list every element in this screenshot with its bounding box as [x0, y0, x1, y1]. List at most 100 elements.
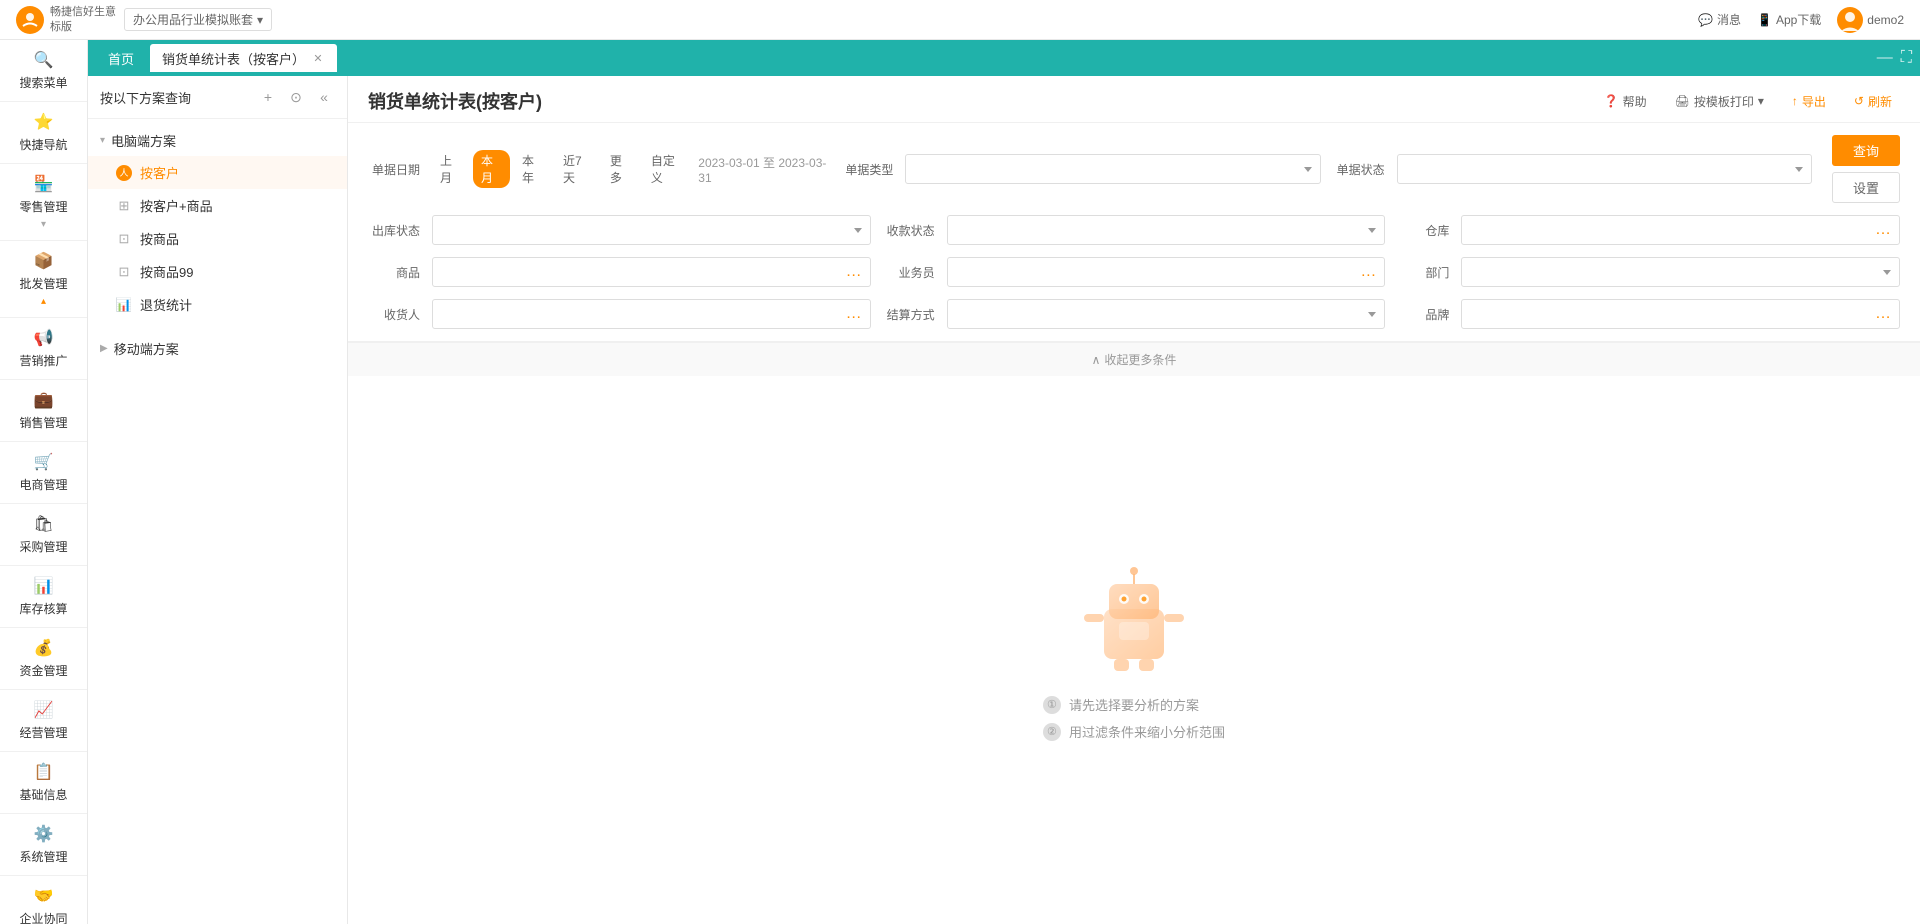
goods-input[interactable]: …: [432, 257, 871, 287]
warehouse-label: 仓库: [1397, 222, 1449, 239]
date-tab-custom[interactable]: 自定义: [643, 150, 690, 188]
maximize-btn[interactable]: ⛶: [1901, 49, 1912, 67]
sidebar-item-sales[interactable]: 💼 销售管理: [0, 380, 87, 442]
sidebar-item-wholesale[interactable]: 📦 批发管理 ▴: [0, 241, 87, 318]
department-select[interactable]: [1461, 257, 1900, 287]
tab-home[interactable]: 首页: [96, 44, 146, 72]
page-title: 销货单统计表(按客户): [368, 88, 542, 114]
collapse-up-icon: ∧: [1092, 353, 1101, 367]
salesperson-input[interactable]: …: [947, 257, 1386, 287]
sidebar-item-purchase[interactable]: 🛍 采购管理: [0, 504, 87, 566]
left-panel: 按以下方案查询 + ⊙ « ▾ 电脑端方案: [88, 76, 348, 924]
sidebar-item-search[interactable]: 🔍 搜索菜单: [0, 40, 87, 102]
right-panel: 销货单统计表(按客户) ❓ 帮助 🖨 按模板打印 ▾ ↑: [348, 76, 1920, 924]
logo-icon: [16, 6, 44, 34]
collapse-bar[interactable]: ∧ 收起更多条件: [348, 342, 1920, 376]
settings-scheme-btn[interactable]: ⊙: [285, 86, 307, 108]
scheme-item-return-stat[interactable]: 📊 退货统计: [88, 288, 347, 321]
purchase-icon: 🛍: [33, 514, 53, 534]
empty-illustration: [1074, 559, 1194, 679]
scheme-item-by-customer[interactable]: 人 按客户: [88, 156, 347, 189]
sidebar-item-enterprise[interactable]: 🤝 企业协同: [0, 876, 87, 924]
pc-scheme-group-title[interactable]: ▾ 电脑端方案: [88, 125, 347, 156]
date-tab-this-month[interactable]: 本月: [473, 150, 510, 188]
date-filter-control: 上月 本月 本年 近7天 更多 自定义 2023-03-01 至 2023-03…: [432, 150, 829, 188]
operation-icon: 📈: [34, 700, 54, 720]
home-tab-label: 首页: [108, 49, 134, 68]
mobile-expand-icon: ▶: [100, 343, 108, 354]
empty-tip-2: ② 用过滤条件来缩小分析范围: [1043, 722, 1225, 741]
filter-row-1: 单据日期 上月 本月 本年 近7天 更多 自定义 2023-03-01 至 20…: [368, 135, 1900, 203]
out-status-select[interactable]: [432, 215, 871, 245]
header-title[interactable]: 办公用品行业模拟账套 ▾: [124, 8, 272, 31]
refresh-btn[interactable]: ↺ 刷新: [1846, 89, 1900, 114]
brand-input[interactable]: …: [1461, 299, 1900, 329]
add-scheme-btn[interactable]: +: [257, 86, 279, 108]
sidebar-item-purchase-label: 采购管理: [19, 538, 67, 555]
sidebar-item-inventory[interactable]: 📊 库存核算: [0, 566, 87, 628]
payment-status-select[interactable]: [947, 215, 1386, 245]
doc-type-select[interactable]: [905, 154, 1320, 184]
logo-text: 畅捷信好生意 标版: [50, 5, 116, 34]
minimize-btn[interactable]: —: [1877, 49, 1893, 67]
date-tab-this-year[interactable]: 本年: [514, 150, 551, 188]
sidebar-item-ecommerce-label: 电商管理: [19, 476, 67, 493]
sidebar-item-sales-label: 销售管理: [19, 414, 67, 431]
print-dropdown-icon: ▾: [1758, 94, 1764, 108]
sidebar-item-basic-label: 基础信息: [19, 786, 67, 803]
export-btn[interactable]: ↑ 导出: [1784, 89, 1834, 114]
search-icon: 🔍: [34, 50, 54, 70]
scheme-item-by-customer-goods[interactable]: ⊞ 按客户+商品: [88, 189, 347, 222]
mobile-scheme-group-title[interactable]: ▶ 移动端方案: [88, 333, 347, 364]
sidebar-item-operation[interactable]: 📈 经营管理: [0, 690, 87, 752]
scheme-item-by-goods-99[interactable]: ⊡ 按商品99: [88, 255, 347, 288]
by-goods-99-icon: ⊡: [116, 264, 132, 280]
tab-bar: 首页 销货单统计表（按客户） ✕ — ⛶: [88, 40, 1920, 76]
collapse-panel-btn[interactable]: «: [313, 86, 335, 108]
mobile-scheme-label: 移动端方案: [114, 339, 179, 358]
doc-status-select[interactable]: [1397, 154, 1812, 184]
export-icon: ↑: [1792, 94, 1798, 108]
print-btn[interactable]: 🖨 按模板打印 ▾: [1667, 89, 1772, 114]
help-icon: ❓: [1604, 94, 1619, 108]
receiver-dots: …: [846, 305, 862, 323]
sidebar-item-system-label: 系统管理: [19, 848, 67, 865]
settlement-select[interactable]: [947, 299, 1386, 329]
date-tab-last-month[interactable]: 上月: [432, 150, 469, 188]
message-btn[interactable]: 💬 消息: [1698, 11, 1741, 28]
app-download-btn[interactable]: 📱 App下载: [1757, 11, 1821, 28]
page-content: 按以下方案查询 + ⊙ « ▾ 电脑端方案: [88, 76, 1920, 924]
filter-area: 单据日期 上月 本月 本年 近7天 更多 自定义 2023-03-01 至 20…: [348, 123, 1920, 342]
action-btns: 查询 设置: [1832, 135, 1900, 203]
query-btn[interactable]: 查询: [1832, 135, 1900, 166]
payment-status-label: 收款状态: [883, 222, 935, 239]
sidebar-item-system[interactable]: ⚙️ 系统管理: [0, 814, 87, 876]
settings-btn[interactable]: 设置: [1832, 172, 1900, 203]
sidebar-item-shortcuts[interactable]: ⭐ 快捷导航: [0, 102, 87, 164]
header-right: 💬 消息 📱 App下载 demo2: [1698, 7, 1904, 33]
goods-dots: …: [846, 263, 862, 281]
filter-row-4: 收货人 … 结算方式 品牌 …: [368, 299, 1900, 329]
basic-icon: 📋: [34, 762, 54, 782]
tab-sales-stat[interactable]: 销货单统计表（按客户） ✕: [150, 44, 337, 72]
help-btn[interactable]: ❓ 帮助: [1596, 89, 1655, 114]
sidebar-item-retail[interactable]: 🏪 零售管理 ▾: [0, 164, 87, 241]
user-menu[interactable]: demo2: [1837, 7, 1904, 33]
pc-scheme-group: ▾ 电脑端方案 人 按客户 ⊞ 按客户+商品 ⊡: [88, 119, 347, 327]
date-tab-more[interactable]: 更多: [602, 150, 639, 188]
scheme-item-by-goods[interactable]: ⊡ 按商品: [88, 222, 347, 255]
sidebar-item-finance-label: 资金管理: [19, 662, 67, 679]
logo-area: 畅捷信好生意 标版: [16, 5, 116, 34]
sidebar-item-ecommerce[interactable]: 🛒 电商管理: [0, 442, 87, 504]
warehouse-input[interactable]: …: [1461, 215, 1900, 245]
sidebar-item-finance[interactable]: 💰 资金管理: [0, 628, 87, 690]
top-header: 畅捷信好生意 标版 办公用品行业模拟账套 ▾ 💬 消息 📱 App下载 demo…: [0, 0, 1920, 40]
collapse-icon: ▾: [100, 135, 105, 146]
scheme-item-by-customer-label: 按客户: [140, 163, 179, 182]
tab-close-btn[interactable]: ✕: [311, 51, 325, 65]
sidebar-item-basic[interactable]: 📋 基础信息: [0, 752, 87, 814]
by-customer-goods-icon: ⊞: [116, 198, 132, 214]
date-tab-7days[interactable]: 近7天: [555, 150, 598, 188]
sidebar-item-marketing[interactable]: 📢 营销推广: [0, 318, 87, 380]
receiver-input[interactable]: …: [432, 299, 871, 329]
